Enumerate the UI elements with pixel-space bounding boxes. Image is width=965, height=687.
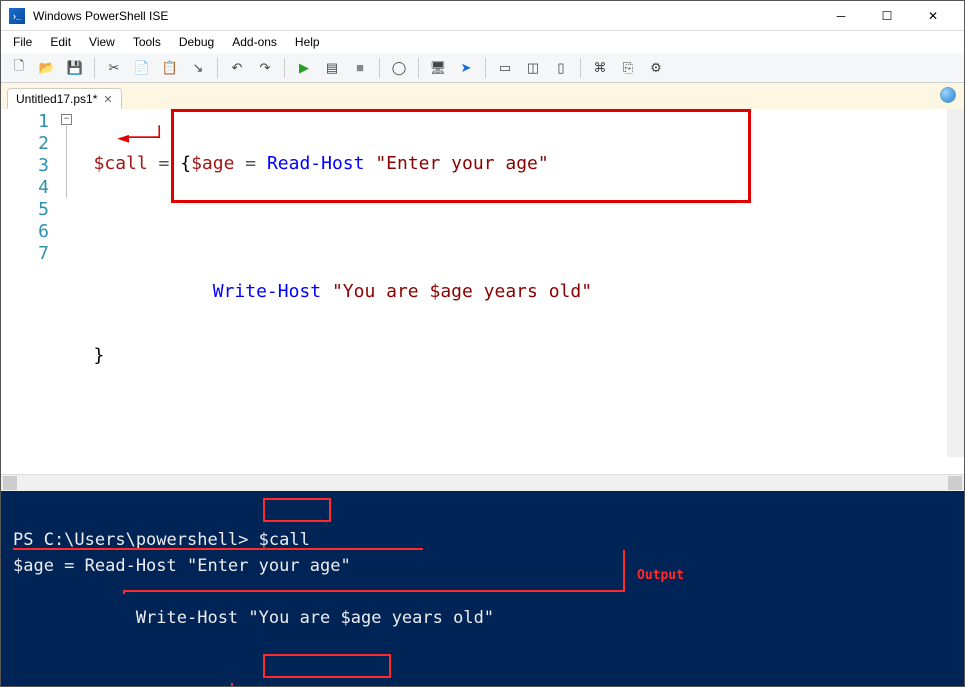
menu-addons[interactable]: Add-ons <box>224 33 285 51</box>
copy-icon[interactable]: 📄 <box>130 56 154 80</box>
clear-icon[interactable]: ↘ <box>186 56 210 80</box>
separator <box>485 58 486 78</box>
separator <box>217 58 218 78</box>
line-number: 1 <box>3 111 49 133</box>
window-title: Windows PowerShell ISE <box>33 9 818 23</box>
line-number: 3 <box>3 155 49 177</box>
script-editor-pane: 1 2 3 4 5 6 7 − $call = {$age = Read-Hos… <box>1 109 964 491</box>
separator <box>379 58 380 78</box>
paste-icon[interactable]: 📋 <box>158 56 182 80</box>
stop-icon[interactable]: ■ <box>348 56 372 80</box>
breakpoint-icon[interactable]: ◯ <box>387 56 411 80</box>
editor-horizontal-scrollbar[interactable] <box>1 474 964 491</box>
code-line: } <box>61 345 960 367</box>
line-number-gutter: 1 2 3 4 5 6 7 <box>1 109 57 474</box>
annotation-box <box>263 654 391 678</box>
code-line: Write-Host "You are $age years old" <box>61 281 960 303</box>
menu-file[interactable]: File <box>5 33 40 51</box>
code-line <box>61 217 960 239</box>
command-pane-icon[interactable]: ⎘ <box>616 56 640 80</box>
code-line: $call = {$age = Read-Host "Enter your ag… <box>61 153 960 175</box>
console-output: $age = Read-Host "Enter your age" <box>13 556 351 576</box>
menu-view[interactable]: View <box>81 33 123 51</box>
separator <box>418 58 419 78</box>
scroll-left-icon[interactable] <box>3 476 17 490</box>
run-icon[interactable]: ▶ <box>292 56 316 80</box>
save-icon[interactable]: 💾 <box>63 56 87 80</box>
run-selection-icon[interactable]: ▤ <box>320 56 344 80</box>
tab-label: Untitled17.ps1* <box>16 92 97 106</box>
maximize-button[interactable]: ☐ <box>864 1 910 31</box>
toolbar: 🗋 📂 💾 ✂ 📄 📋 ↘ ↶ ↷ ▶ ▤ ■ ◯ 🖥 ➤ ▭ ◫ ▯ ⌘ ⎘ … <box>1 53 964 83</box>
separator <box>580 58 581 78</box>
command-addon-icon[interactable]: ⌘ <box>588 56 612 80</box>
annotation-box <box>263 498 331 522</box>
layout1-icon[interactable]: ▭ <box>493 56 517 80</box>
remote-icon[interactable]: 🖥 <box>426 56 450 80</box>
console-prompt: PS C:\Users\powershell> <box>13 530 248 550</box>
editor-vertical-scrollbar[interactable] <box>947 109 964 457</box>
annotation-label: Output <box>637 563 684 589</box>
redo-icon[interactable]: ↷ <box>253 56 277 80</box>
line-number: 5 <box>3 199 49 221</box>
scroll-right-icon[interactable] <box>948 476 962 490</box>
undo-icon[interactable]: ↶ <box>225 56 249 80</box>
menu-tools[interactable]: Tools <box>125 33 169 51</box>
layout2-icon[interactable]: ◫ <box>521 56 545 80</box>
minimize-button[interactable]: ─ <box>818 1 864 31</box>
console-pane[interactable]: PS C:\Users\powershell> $call $age = Rea… <box>1 491 964 686</box>
menu-edit[interactable]: Edit <box>42 33 79 51</box>
line-number: 4 <box>3 177 49 199</box>
menu-help[interactable]: Help <box>287 33 328 51</box>
annotation-underline <box>123 592 125 594</box>
menu-debug[interactable]: Debug <box>171 33 222 51</box>
tab-close-icon[interactable]: ✕ <box>103 93 112 106</box>
separator <box>94 58 95 78</box>
console-output: Write-Host "You are $age years old" <box>13 608 494 628</box>
script-tab[interactable]: Untitled17.ps1* ✕ <box>7 88 122 109</box>
script-tab-bar: Untitled17.ps1* ✕ <box>1 83 964 109</box>
collapse-script-icon[interactable] <box>940 87 956 103</box>
options-icon[interactable]: ⚙ <box>644 56 668 80</box>
open-icon[interactable]: 📂 <box>35 56 59 80</box>
line-number: 6 <box>3 221 49 243</box>
window-controls: ─ ☐ ✕ <box>818 1 956 31</box>
line-number: 2 <box>3 133 49 155</box>
annotation-arrow-icon: ◄──┘ <box>117 125 165 149</box>
app-icon: ›_ <box>9 8 25 24</box>
new-icon[interactable]: 🗋 <box>7 56 31 80</box>
close-button[interactable]: ✕ <box>910 1 956 31</box>
code-area[interactable]: $call = {$age = Read-Host "Enter your ag… <box>57 109 964 474</box>
title-bar: ›_ Windows PowerShell ISE ─ ☐ ✕ <box>1 1 964 31</box>
cut-icon[interactable]: ✂ <box>102 56 126 80</box>
layout3-icon[interactable]: ▯ <box>549 56 573 80</box>
powershell-icon[interactable]: ➤ <box>454 56 478 80</box>
line-number: 7 <box>3 243 49 265</box>
script-editor[interactable]: 1 2 3 4 5 6 7 − $call = {$age = Read-Hos… <box>1 109 964 474</box>
console-command: $call <box>248 530 309 550</box>
menu-bar: File Edit View Tools Debug Add-ons Help <box>1 31 964 53</box>
separator <box>284 58 285 78</box>
